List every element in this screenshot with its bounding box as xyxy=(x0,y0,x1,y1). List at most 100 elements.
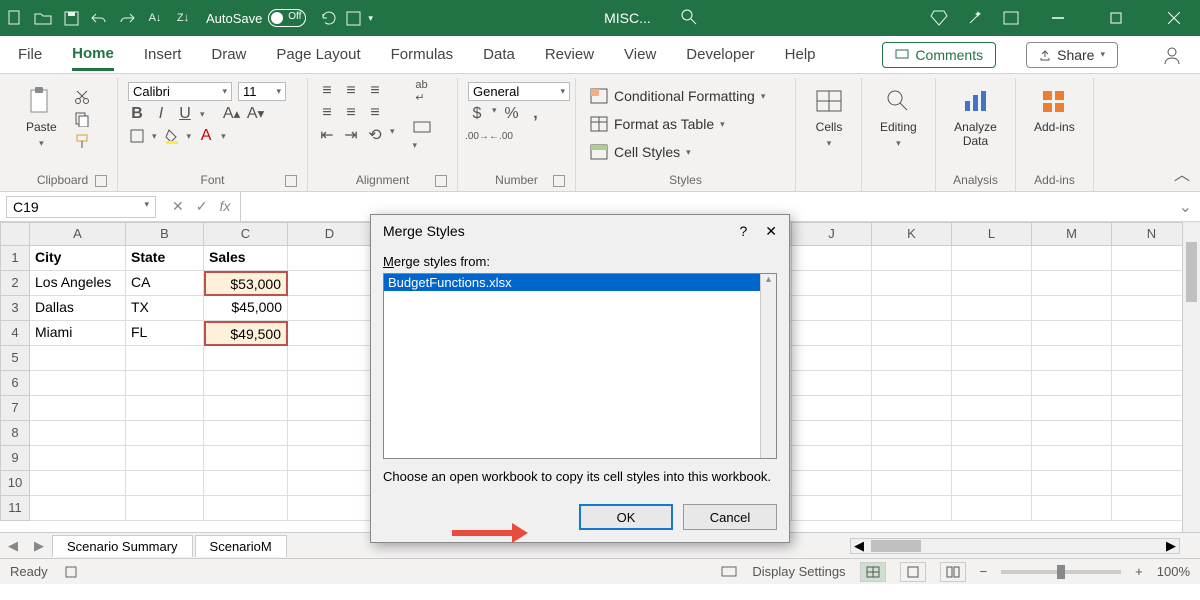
cell[interactable] xyxy=(952,321,1032,346)
cell[interactable] xyxy=(126,471,204,496)
font-name-select[interactable]: Calibri▾ xyxy=(128,82,232,101)
percent-icon[interactable]: % xyxy=(503,105,521,123)
vertical-scrollbar[interactable] xyxy=(1182,222,1200,532)
cell[interactable] xyxy=(1112,321,1192,346)
macro-record-icon[interactable] xyxy=(62,563,80,581)
cell[interactable] xyxy=(1032,271,1112,296)
sheet-nav-next[interactable]: ▶ xyxy=(26,538,52,554)
cell[interactable] xyxy=(872,271,952,296)
sheet-tab[interactable]: ScenarioM xyxy=(195,535,287,557)
editing-button[interactable]: Editing▾ xyxy=(872,82,925,185)
cell[interactable] xyxy=(952,346,1032,371)
workbook-listbox[interactable]: BudgetFunctions.xlsx ▴ xyxy=(383,273,777,459)
cell[interactable] xyxy=(792,371,872,396)
cell[interactable] xyxy=(30,471,126,496)
cell[interactable] xyxy=(1112,396,1192,421)
column-header[interactable]: N xyxy=(1112,222,1192,246)
cell[interactable] xyxy=(30,396,126,421)
cell[interactable] xyxy=(204,396,288,421)
row-header[interactable]: 1 xyxy=(0,246,30,271)
grow-font-icon[interactable]: A▴ xyxy=(223,105,241,123)
cell[interactable] xyxy=(30,346,126,371)
tab-home[interactable]: Home xyxy=(72,39,114,71)
wrap-text-icon[interactable]: ab↵ xyxy=(413,82,431,100)
fill-color-icon[interactable] xyxy=(163,127,181,145)
tab-draw[interactable]: Draw xyxy=(211,40,246,69)
cell[interactable]: Sales xyxy=(204,246,288,271)
align-left-icon[interactable]: ≡ xyxy=(318,104,336,122)
cell[interactable] xyxy=(952,296,1032,321)
align-center-icon[interactable]: ≡ xyxy=(342,104,360,122)
cell[interactable]: State xyxy=(126,246,204,271)
cell[interactable] xyxy=(204,346,288,371)
cell[interactable] xyxy=(872,246,952,271)
cell[interactable] xyxy=(204,421,288,446)
cell[interactable] xyxy=(288,296,372,321)
row-header[interactable]: 2 xyxy=(0,271,30,296)
cell[interactable] xyxy=(792,346,872,371)
horizontal-scrollbar[interactable]: ◀▶ xyxy=(850,538,1180,554)
orientation-icon[interactable]: ⟲ xyxy=(366,126,384,144)
increase-decimal-icon[interactable]: .00→ xyxy=(468,127,486,145)
alignment-launcher[interactable] xyxy=(435,175,447,187)
cell[interactable]: $53,000 xyxy=(204,271,288,296)
shrink-font-icon[interactable]: A▾ xyxy=(247,105,265,123)
cell[interactable] xyxy=(872,371,952,396)
cell[interactable] xyxy=(1032,371,1112,396)
cell[interactable] xyxy=(1112,246,1192,271)
open-icon[interactable] xyxy=(34,9,52,27)
cell[interactable] xyxy=(288,346,372,371)
cells-button[interactable]: Cells▾ xyxy=(806,82,852,185)
tab-view[interactable]: View xyxy=(624,40,656,69)
cell[interactable] xyxy=(30,496,126,521)
cell[interactable] xyxy=(288,396,372,421)
tab-file[interactable]: File xyxy=(18,40,42,69)
cell[interactable] xyxy=(952,371,1032,396)
tab-developer[interactable]: Developer xyxy=(686,40,754,69)
cell[interactable] xyxy=(126,371,204,396)
cell[interactable] xyxy=(952,421,1032,446)
row-header[interactable]: 3 xyxy=(0,296,30,321)
indent-increase-icon[interactable]: ⇥ xyxy=(342,126,360,144)
dialog-help-icon[interactable]: ? xyxy=(739,223,747,240)
list-item[interactable]: BudgetFunctions.xlsx xyxy=(384,274,776,291)
cell[interactable]: City xyxy=(30,246,126,271)
display-settings-label[interactable]: Display Settings xyxy=(752,564,845,579)
cell[interactable] xyxy=(288,446,372,471)
cell[interactable] xyxy=(1032,296,1112,321)
row-header[interactable]: 9 xyxy=(0,446,30,471)
font-color-icon[interactable]: A xyxy=(197,127,215,145)
close-button[interactable] xyxy=(1154,0,1194,36)
cell[interactable] xyxy=(288,271,372,296)
save-icon[interactable] xyxy=(62,9,80,27)
align-right-icon[interactable]: ≡ xyxy=(366,104,384,122)
format-painter-icon[interactable] xyxy=(73,132,91,150)
page-break-view-button[interactable] xyxy=(940,562,966,582)
analyze-data-button[interactable]: Analyze Data xyxy=(946,82,1005,171)
number-launcher[interactable] xyxy=(553,175,565,187)
row-header[interactable]: 5 xyxy=(0,346,30,371)
fx-icon[interactable]: fx xyxy=(219,198,230,215)
cell[interactable] xyxy=(872,296,952,321)
tab-formulas[interactable]: Formulas xyxy=(391,40,454,69)
cell[interactable]: Los Angeles xyxy=(30,271,126,296)
tab-help[interactable]: Help xyxy=(785,40,816,69)
cell[interactable] xyxy=(204,471,288,496)
row-header[interactable]: 11 xyxy=(0,496,30,521)
column-header[interactable]: L xyxy=(952,222,1032,246)
cell[interactable] xyxy=(952,271,1032,296)
cell[interactable] xyxy=(288,246,372,271)
cell[interactable] xyxy=(792,446,872,471)
column-header[interactable]: C xyxy=(204,222,288,246)
merge-icon[interactable] xyxy=(413,118,431,136)
cell[interactable]: Miami xyxy=(30,321,126,346)
cell[interactable] xyxy=(1112,496,1192,521)
zoom-out-button[interactable]: − xyxy=(980,564,988,579)
cell[interactable] xyxy=(792,496,872,521)
tab-review[interactable]: Review xyxy=(545,40,594,69)
cell[interactable] xyxy=(1032,396,1112,421)
cell[interactable] xyxy=(952,396,1032,421)
cut-icon[interactable] xyxy=(73,88,91,106)
cell[interactable] xyxy=(204,496,288,521)
cell[interactable] xyxy=(792,296,872,321)
